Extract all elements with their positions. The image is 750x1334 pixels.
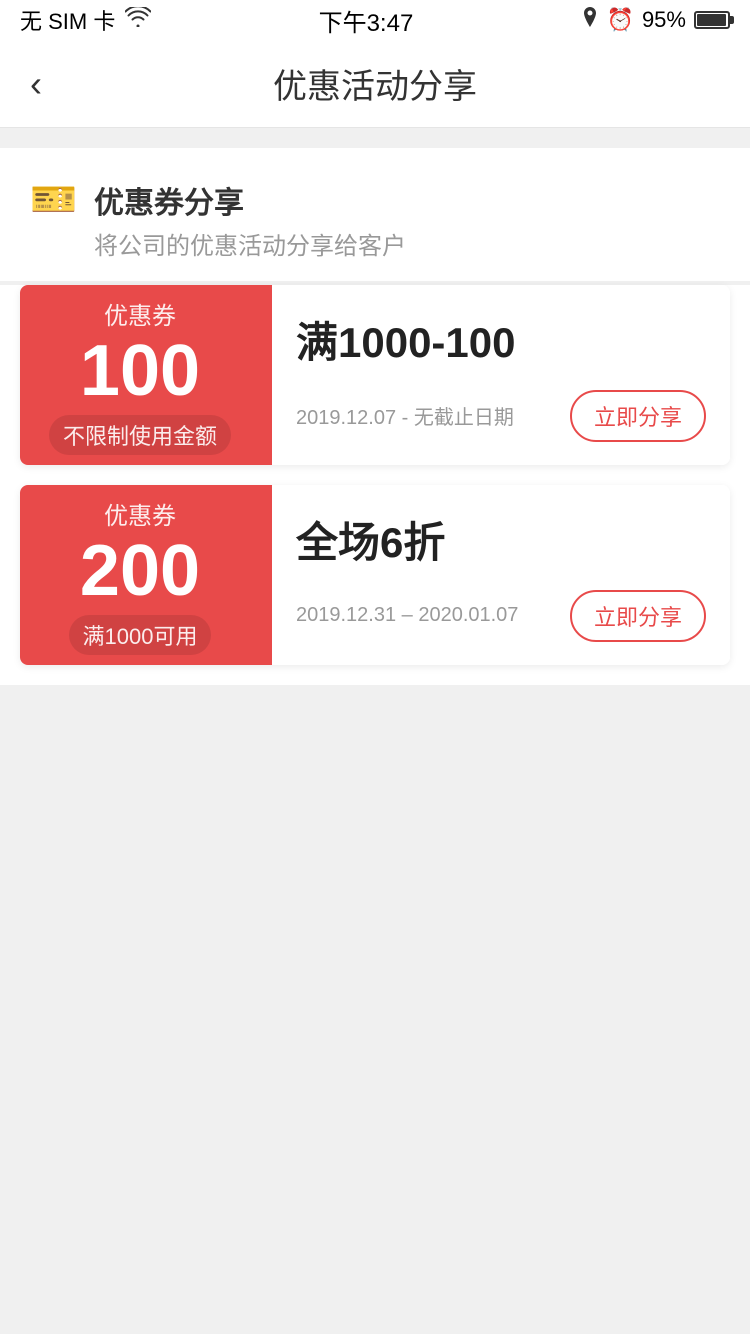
coupon-list: 优惠券 100 不限制使用金额 满1000-100 2019.12.07 - 无… [0,285,750,685]
coupon-left-1: 优惠券 100 不限制使用金额 [20,285,260,465]
coupon-dates-1: 2019.12.07 - 无截止日期 [296,401,514,430]
share-button-1[interactable]: 立即分享 [570,390,706,442]
section-title: 优惠券分享 [94,178,406,222]
battery-icon [694,11,730,29]
status-left: 无 SIM 卡 [20,4,151,36]
section-header: 🎫 优惠券分享 将公司的优惠活动分享给客户 [0,148,750,281]
coupon-footer-1: 2019.12.07 - 无截止日期 立即分享 [296,390,706,442]
section-text: 优惠券分享 将公司的优惠活动分享给客户 [94,178,406,261]
coupon-name-2: 全场6折 [296,509,706,570]
coupon-name-1: 满1000-100 [296,309,706,370]
coupon-footer-2: 2019.12.31 – 2020.01.07 立即分享 [296,590,706,642]
sim-status: 无 SIM 卡 [20,4,115,36]
coupon-left-2: 优惠券 200 满1000可用 [20,485,260,665]
location-icon [581,7,599,33]
coupon-label-2: 优惠券 [104,496,176,531]
battery-text: 95% [642,7,686,33]
wifi-icon [125,7,151,33]
coupon-condition-1: 不限制使用金额 [49,415,231,455]
bottom-area [0,685,750,1245]
share-button-2[interactable]: 立即分享 [570,590,706,642]
coupon-right-1: 满1000-100 2019.12.07 - 无截止日期 立即分享 [260,285,730,465]
page-title: 优惠活动分享 [273,59,477,108]
status-time: 下午3:47 [319,3,414,38]
back-button[interactable]: ‹ [30,63,42,105]
coupon-value-2: 200 [80,535,200,607]
status-bar: 无 SIM 卡 下午3:47 ⏰ 95% [0,0,750,40]
section-subtitle: 将公司的优惠活动分享给客户 [94,226,406,261]
coupon-value-1: 100 [80,335,200,407]
nav-bar: ‹ 优惠活动分享 [0,40,750,128]
coupon-share-icon: 🎫 [30,178,78,226]
coupon-card: 优惠券 100 不限制使用金额 满1000-100 2019.12.07 - 无… [20,285,730,465]
coupon-right-2: 全场6折 2019.12.31 – 2020.01.07 立即分享 [260,485,730,665]
coupon-label-1: 优惠券 [104,296,176,331]
status-right: ⏰ 95% [581,7,730,33]
coupon-card-2: 优惠券 200 满1000可用 全场6折 2019.12.31 – 2020.0… [20,485,730,665]
alarm-icon: ⏰ [607,7,634,33]
coupon-dates-2: 2019.12.31 – 2020.01.07 [296,604,518,627]
coupon-condition-2: 满1000可用 [69,615,212,655]
